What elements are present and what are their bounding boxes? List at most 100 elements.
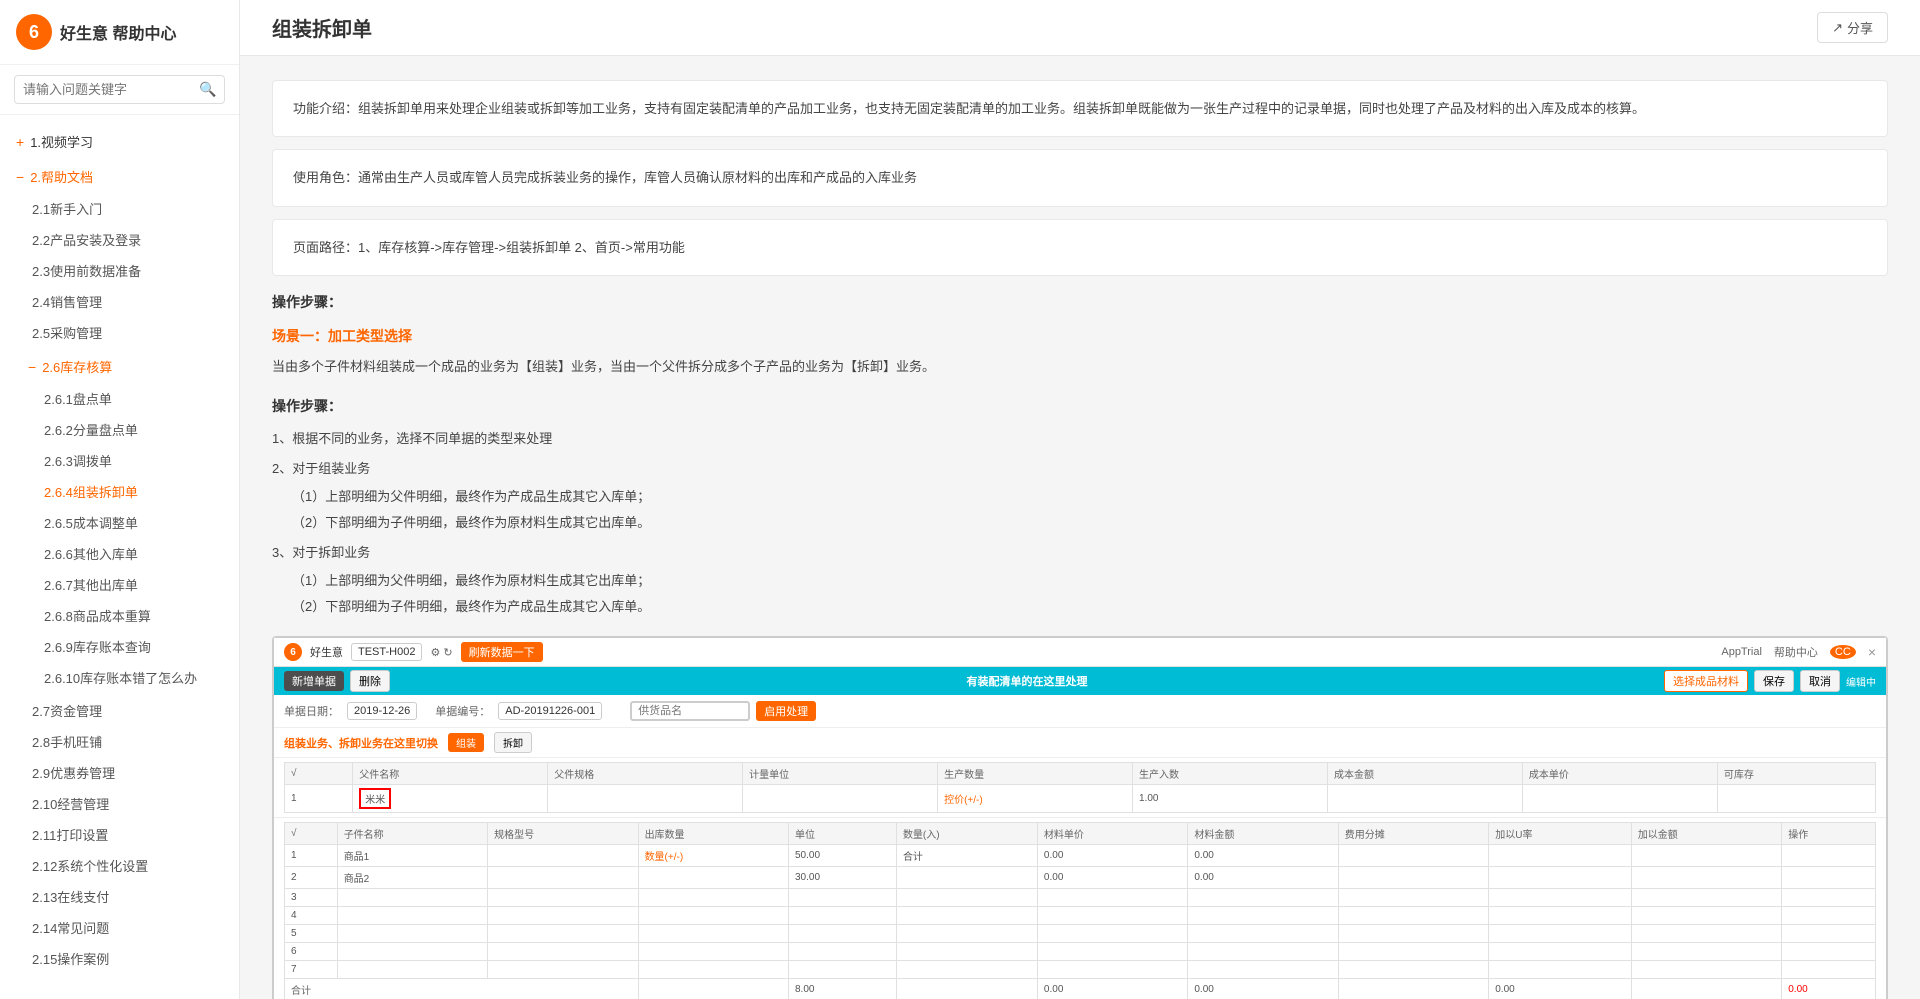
mock-disassembly-btn[interactable]: 拆卸 xyxy=(494,732,532,753)
table-row: 5 xyxy=(285,925,1876,943)
sidebar-label: 2.6库存核算 xyxy=(42,357,112,376)
steps-title: 操作步骤： xyxy=(272,396,1888,416)
path-text: 页面路径：1、库存核算->库存管理->组装拆卸单 2、首页->常用功能 xyxy=(293,240,685,255)
logo-icon: 6 xyxy=(16,14,52,50)
sidebar-label: 1.视频学习 xyxy=(30,132,93,151)
table-row: 3 xyxy=(285,889,1876,907)
mock-close-icon[interactable]: × xyxy=(1868,644,1876,660)
page-title: 组装拆卸单 xyxy=(272,13,372,42)
mock-toggle-label: 组装业务、拆卸业务在这里切换 xyxy=(284,735,438,751)
expand-icon: + xyxy=(16,134,24,150)
sidebar-item-print[interactable]: 2.11打印设置 xyxy=(0,819,239,850)
sidebar-item-transfer[interactable]: 2.6.3调拨单 xyxy=(0,445,239,476)
mock-select-product-btn[interactable]: 选择成品材料 xyxy=(1664,670,1748,692)
sidebar-item-coupon[interactable]: 2.9优惠券管理 xyxy=(0,757,239,788)
operations-title: 操作步骤： xyxy=(272,292,1888,312)
mock-company-selector[interactable]: TEST-H002 xyxy=(351,643,422,661)
nav-section-docs: − 2.帮助文档 2.1新手入门 2.2产品安装及登录 2.3使用前数据准备 2… xyxy=(0,160,239,974)
step2-2: （2）下部明细为子件明细，最终作为原材料生成其它出库单。 xyxy=(272,510,1888,536)
table-row: 6 xyxy=(285,943,1876,961)
sidebar-item-cost-adjust[interactable]: 2.6.5成本调整单 xyxy=(0,507,239,538)
sidebar-item-sales[interactable]: 2.4销售管理 xyxy=(0,286,239,317)
share-icon: ↗ xyxy=(1832,20,1843,36)
mock-app-logo: 6 xyxy=(284,643,302,661)
mock-delete-btn[interactable]: 删除 xyxy=(350,670,390,692)
sidebar-item-operations[interactable]: 2.10经营管理 xyxy=(0,788,239,819)
sidebar-item-video-learning[interactable]: + 1.视频学习 xyxy=(0,125,239,158)
sidebar-item-inventory-query[interactable]: 2.6.9库存账本查询 xyxy=(0,631,239,662)
search-icon[interactable]: 🔍 xyxy=(199,81,216,98)
mock-bill-value[interactable]: AD-20191226-001 xyxy=(498,702,602,720)
mock-titlebar-right: AppTrial 帮助中心 CC × xyxy=(1721,644,1876,660)
sidebar-item-inventory[interactable]: − 2.6库存核算 xyxy=(0,350,239,383)
search-area: 🔍 xyxy=(0,65,239,115)
mock-assembly-btn[interactable]: 组装 xyxy=(448,733,484,752)
step1: 1、根据不同的业务，选择不同单据的类型来处理 xyxy=(272,426,1888,452)
sidebar-item-other-out[interactable]: 2.6.7其他出库单 xyxy=(0,569,239,600)
table-row: 1 米米 控价(+/-) 1.00 xyxy=(285,785,1876,813)
mock-teal-center: 有装配清单的在这里处理 xyxy=(390,673,1664,689)
share-label: 分享 xyxy=(1847,18,1873,37)
intro-block: 功能介绍：组装拆卸单用来处理企业组装或拆卸等加工业务，支持有固定装配清单的产品加… xyxy=(272,80,1888,137)
nav-section-video: + 1.视频学习 xyxy=(0,125,239,158)
step3: 3、对于拆卸业务 xyxy=(272,540,1888,566)
table-footer: 合计 8.000.000.000.00 0.00 xyxy=(285,979,1876,999)
sidebar-item-other-in[interactable]: 2.6.6其他入库单 xyxy=(0,538,239,569)
sidebar-item-finance[interactable]: 2.7资金管理 xyxy=(0,695,239,726)
nav-tree: + 1.视频学习 − 2.帮助文档 2.1新手入门 2.2产品安装及登录 2.3… xyxy=(0,115,239,999)
mock-product-input[interactable] xyxy=(630,701,750,721)
mock-date-label: 单据日期： xyxy=(284,703,339,719)
screenshot-mockup: 6 好生意 TEST-H002 ⚙ ↻ 刷新数据一下 AppTrial 帮助中心… xyxy=(272,636,1888,999)
mock-refresh-btn[interactable]: 刷新数据一下 xyxy=(461,642,543,662)
sidebar-item-split-stocktake[interactable]: 2.6.2分量盘点单 xyxy=(0,414,239,445)
logo-area: 6 好生意 帮助中心 xyxy=(0,0,239,65)
table-row: 1商品1 数量(+/-) 50.00合计0.000.00 xyxy=(285,845,1876,867)
scenario1-title: 场景一：加工类型选择 xyxy=(272,326,1888,346)
mock-upper-table-area: √父件名称父件规格计量单位生产数量生产入数成本金额成本单价可库存 1 米米 控价… xyxy=(274,758,1886,818)
mock-fields-row: 单据日期： 2019-12-26 单据编号： AD-20191226-001 启… xyxy=(274,695,1886,728)
mock-upper-table: √父件名称父件规格计量单位生产数量生产入数成本金额成本单价可库存 1 米米 控价… xyxy=(284,762,1876,813)
mock-save-btn[interactable]: 保存 xyxy=(1754,670,1794,692)
mock-help-center: 帮助中心 xyxy=(1774,644,1818,660)
sidebar-item-help-docs[interactable]: − 2.帮助文档 xyxy=(0,160,239,193)
sidebar-item-install[interactable]: 2.2产品安装及登录 xyxy=(0,224,239,255)
share-button[interactable]: ↗ 分享 xyxy=(1817,12,1888,43)
mock-lower-table-area: √子件名称规格型号出库数量单位数量(入)材料单价材料金额费用分摊加以U率加以金额… xyxy=(274,818,1886,999)
sidebar-item-data-prep[interactable]: 2.3使用前数据准备 xyxy=(0,255,239,286)
logo-text: 好生意 帮助中心 xyxy=(60,20,176,44)
mock-teal-right: 选择成品材料 保存 取消 编辑中 xyxy=(1664,670,1876,692)
mock-teal-left: 新增单据 删除 xyxy=(284,670,390,692)
sidebar-item-cost-recalc[interactable]: 2.6.8商品成本重算 xyxy=(0,600,239,631)
sidebar-item-stocktake[interactable]: 2.6.1盘点单 xyxy=(0,383,239,414)
sidebar-item-faq[interactable]: 2.14常见问题 xyxy=(0,912,239,943)
mock-new-btn[interactable]: 新增单据 xyxy=(284,671,344,691)
role-block: 使用角色：通常由生产人员或库管人员完成拆装业务的操作，库管人员确认原材料的出库和… xyxy=(272,149,1888,206)
sidebar-item-beginner[interactable]: 2.1新手入门 xyxy=(0,193,239,224)
sidebar-item-mobile[interactable]: 2.8手机旺铺 xyxy=(0,726,239,757)
mock-toggle-area: 组装业务、拆卸业务在这里切换 组装 拆卸 xyxy=(274,728,1886,758)
sidebar-item-cases[interactable]: 2.15操作案例 xyxy=(0,943,239,974)
table-row: 2商品230.000.000.00 xyxy=(285,867,1876,889)
nav-section-inventory: − 2.6库存核算 2.6.1盘点单 2.6.2分量盘点单 2.6.3调拨单 2… xyxy=(0,350,239,693)
mock-action-area: 启用处理 xyxy=(630,701,1876,721)
search-input[interactable] xyxy=(23,82,199,97)
content-area: 功能介绍：组装拆卸单用来处理企业组装或拆卸等加工业务，支持有固定装配清单的产品加… xyxy=(240,56,1920,999)
mock-app-trial: AppTrial xyxy=(1721,646,1762,658)
sidebar-item-inventory-fix[interactable]: 2.6.10库存账本错了怎么办 xyxy=(0,662,239,693)
collapse-icon: − xyxy=(16,169,24,185)
sidebar-item-online-pay[interactable]: 2.13在线支付 xyxy=(0,881,239,912)
mock-process-btn[interactable]: 启用处理 xyxy=(756,701,816,721)
mock-date-value[interactable]: 2019-12-26 xyxy=(347,702,417,720)
sidebar-item-assembly[interactable]: 2.6.4组装拆卸单 xyxy=(0,476,239,507)
mock-company: 好生意 xyxy=(310,644,343,660)
step3-2: （2）下部明细为子件明细，最终作为产成品生成其它入库单。 xyxy=(272,594,1888,620)
table-row: 7 xyxy=(285,961,1876,979)
mock-refresh-icon: ⚙ ↻ xyxy=(430,646,452,659)
mock-cancel-btn[interactable]: 取消 xyxy=(1800,670,1840,692)
sidebar-label: 2.帮助文档 xyxy=(30,167,93,186)
sidebar-item-purchase[interactable]: 2.5采购管理 xyxy=(0,317,239,348)
sidebar-item-customize[interactable]: 2.12系统个性化设置 xyxy=(0,850,239,881)
step2-1: （1）上部明细为父件明细，最终作为产成品生成其它入库单； xyxy=(272,484,1888,510)
mock-titlebar: 6 好生意 TEST-H002 ⚙ ↻ 刷新数据一下 AppTrial 帮助中心… xyxy=(274,638,1886,667)
step3-1: （1）上部明细为父件明细，最终作为原材料生成其它出库单； xyxy=(272,568,1888,594)
